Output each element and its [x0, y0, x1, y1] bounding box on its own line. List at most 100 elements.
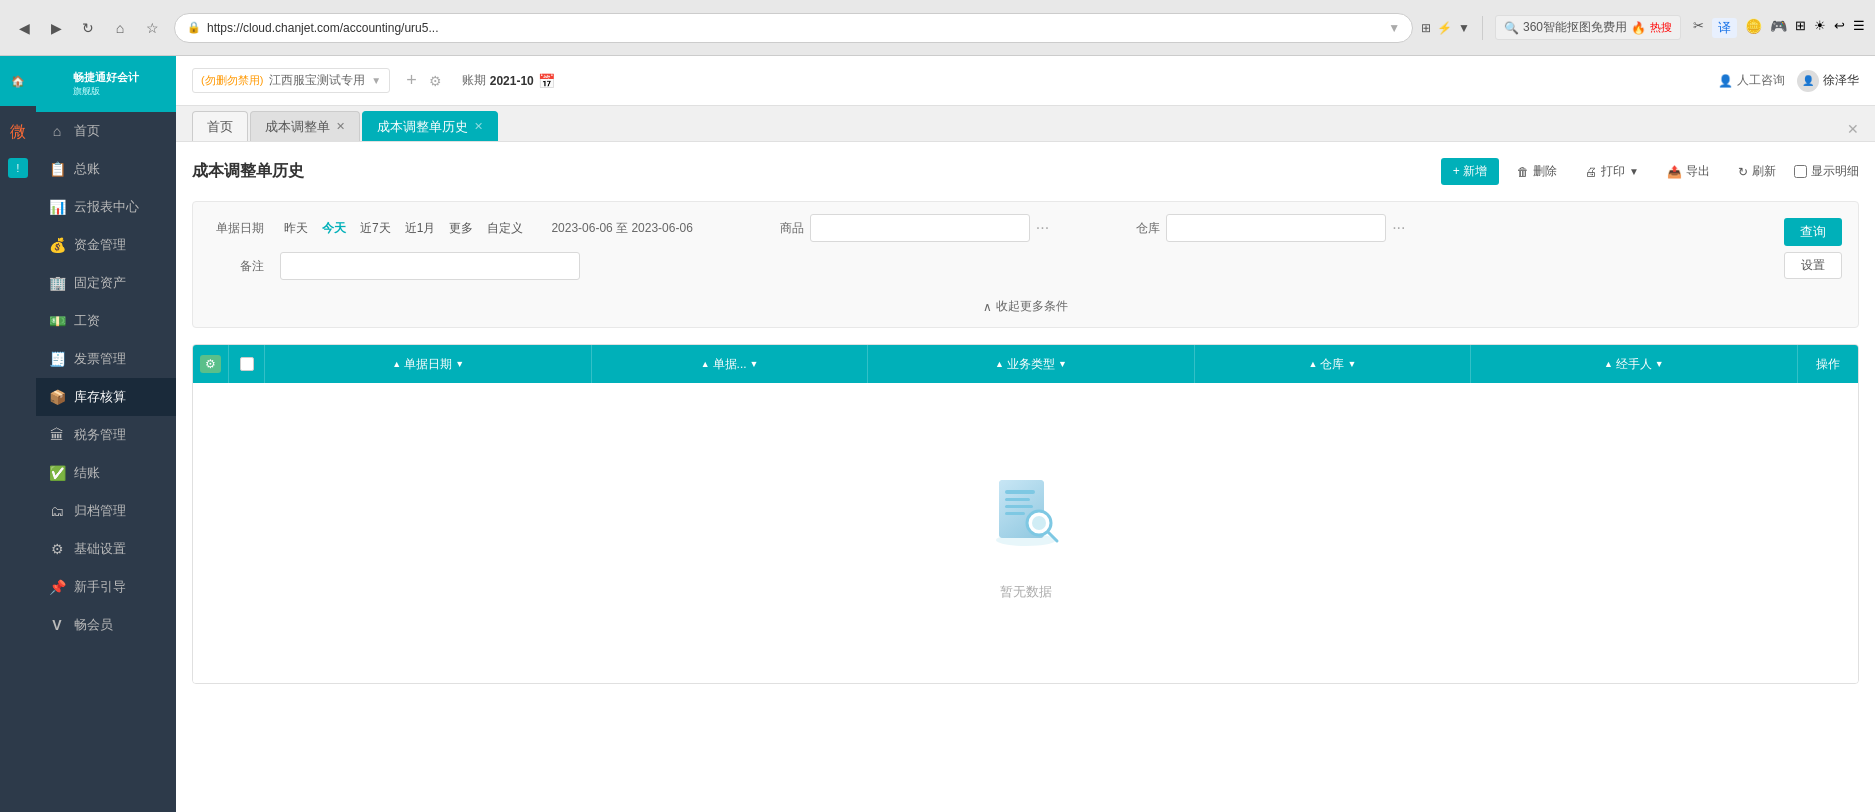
sidebar-item-inventory[interactable]: 📦 库存核算 — [36, 378, 176, 416]
sidebar-item-ledger[interactable]: 📋 总账 — [36, 150, 176, 188]
funds-icon: 💰 — [48, 237, 66, 253]
warehouse-input[interactable] — [1166, 214, 1386, 242]
search-text[interactable]: 360智能抠图免费用 — [1523, 19, 1627, 36]
forward-button[interactable]: ▶ — [42, 14, 70, 42]
refresh-button[interactable]: ↻ — [74, 14, 102, 42]
close-all-tabs-btn[interactable]: ✕ — [1847, 121, 1859, 137]
icon-bar-item-1[interactable]: 🏠 — [0, 56, 36, 106]
sidebar-item-reports[interactable]: 📊 云报表中心 — [36, 188, 176, 226]
undo-tool[interactable]: ↩ — [1834, 18, 1845, 38]
tab-home[interactable]: 首页 — [192, 111, 248, 141]
warehouse-more-btn[interactable]: ··· — [1392, 219, 1405, 237]
refresh-btn[interactable]: ↻ 刷新 — [1728, 159, 1786, 184]
shortcut-yesterday[interactable]: 昨天 — [280, 218, 312, 239]
period-value: 2021-10 — [490, 74, 534, 88]
settings-icon-top[interactable]: ⚙ — [429, 73, 442, 89]
page-area: 成本调整单历史 + 新增 🗑 删除 🖨 打印 ▼ 📤 导出 — [176, 142, 1875, 812]
print-btn[interactable]: 🖨 打印 ▼ — [1575, 159, 1649, 184]
th-number[interactable]: ▲ 单据... ▼ — [592, 345, 868, 383]
setting-button[interactable]: 设置 — [1784, 252, 1842, 279]
sidebar-item-archive[interactable]: 🗂 归档管理 — [36, 492, 176, 530]
shortcut-1month[interactable]: 近1月 — [401, 218, 440, 239]
bookmark-button[interactable]: ☆ — [138, 14, 166, 42]
company-warning-text: (勿删勿禁用) — [201, 73, 263, 88]
app-icon: 🏠 — [11, 75, 25, 88]
export-btn[interactable]: 📤 导出 — [1657, 159, 1720, 184]
sidebar-item-close[interactable]: ✅ 结账 — [36, 454, 176, 492]
th-checkbox[interactable] — [229, 345, 265, 383]
goods-more-btn[interactable]: ··· — [1036, 219, 1049, 237]
browser-lightning-icon[interactable]: ⚡ — [1437, 21, 1452, 35]
icon-bar-item-3[interactable]: ! — [0, 150, 36, 186]
game-tool[interactable]: 🎮 — [1770, 18, 1787, 38]
shortcut-custom[interactable]: 自定义 — [483, 218, 527, 239]
add-company-btn[interactable]: + — [406, 70, 417, 91]
back-button[interactable]: ◀ — [10, 14, 38, 42]
service-button[interactable]: 👤 人工咨询 — [1718, 72, 1785, 89]
display-cols-checkbox[interactable] — [1794, 165, 1807, 178]
table-header: ⚙ ▲ 单据日期 ▼ ▲ 单据... ▼ — [193, 345, 1858, 383]
sidebar-item-vip[interactable]: V 畅会员 — [36, 606, 176, 644]
tab-cost-adjustment-history[interactable]: 成本调整单历史 ✕ — [362, 111, 498, 141]
notes-input[interactable] — [280, 252, 580, 280]
settings-icon: ⚙ — [48, 541, 66, 557]
th-settings[interactable]: ⚙ — [193, 345, 229, 383]
sun-tool[interactable]: ☀ — [1814, 18, 1826, 38]
shortcut-more[interactable]: 更多 — [445, 218, 477, 239]
sidebar-item-home[interactable]: ⌂ 首页 — [36, 112, 176, 150]
shortcut-7days[interactable]: 近7天 — [356, 218, 395, 239]
th-handler[interactable]: ▲ 经手人 ▼ — [1471, 345, 1798, 383]
sidebar-item-settings[interactable]: ⚙ 基础设置 — [36, 530, 176, 568]
export-label: 导出 — [1686, 163, 1710, 180]
select-all-checkbox[interactable] — [240, 357, 254, 371]
translate-tool[interactable]: 译 — [1712, 18, 1737, 38]
sidebar-item-funds[interactable]: 💰 资金管理 — [36, 226, 176, 264]
browser-apps-icon[interactable]: ⊞ — [1421, 21, 1431, 35]
tab-history-close[interactable]: ✕ — [474, 120, 483, 133]
tab-cost-adjustment-close[interactable]: ✕ — [336, 120, 345, 133]
sidebar-item-assets[interactable]: 🏢 固定资产 — [36, 264, 176, 302]
shortcut-today[interactable]: 今天 — [318, 218, 350, 239]
sidebar-item-guide[interactable]: 📌 新手引导 — [36, 568, 176, 606]
sidebar-item-invoice[interactable]: 🧾 发票管理 — [36, 340, 176, 378]
company-selector[interactable]: (勿删勿禁用) 江西服宝测试专用 ▼ — [192, 68, 390, 93]
service-label: 人工咨询 — [1737, 72, 1785, 89]
th-type[interactable]: ▲ 业务类型 ▼ — [868, 345, 1195, 383]
coin-tool[interactable]: 🪙 — [1745, 18, 1762, 38]
address-bar[interactable]: 🔒 https://cloud.chanjet.com/accounting/u… — [174, 13, 1413, 43]
user-info[interactable]: 👤 徐泽华 — [1797, 70, 1859, 92]
empty-state: 暂无数据 — [961, 385, 1091, 681]
weibo-icon: 微 — [10, 122, 26, 143]
filter-row-2: 备注 — [209, 252, 1768, 280]
scissors-tool[interactable]: ✂ — [1693, 18, 1704, 38]
sort-down-icon: ▼ — [455, 359, 464, 369]
browser-chrome: ◀ ▶ ↻ ⌂ ☆ 🔒 https://cloud.chanjet.com/ac… — [0, 0, 1875, 56]
goods-filter-label: 商品 — [749, 220, 804, 237]
query-button[interactable]: 查询 — [1784, 218, 1842, 246]
table-body: 暂无数据 — [193, 383, 1858, 683]
goods-input[interactable] — [810, 214, 1030, 242]
icon-bar-item-2[interactable]: 微 — [0, 114, 36, 150]
calendar-icon[interactable]: 📅 — [538, 73, 555, 89]
tab-cost-adjustment[interactable]: 成本调整单 ✕ — [250, 111, 360, 141]
sidebar-item-tax[interactable]: 🏛 税务管理 — [36, 416, 176, 454]
grid-tool[interactable]: ⊞ — [1795, 18, 1806, 38]
browser-dropdown-icon[interactable]: ▼ — [1458, 21, 1470, 35]
th-date[interactable]: ▲ 单据日期 ▼ — [265, 345, 592, 383]
th-warehouse[interactable]: ▲ 仓库 ▼ — [1195, 345, 1471, 383]
delete-btn[interactable]: 🗑 删除 — [1507, 159, 1567, 184]
th-actions-label: 操作 — [1816, 356, 1840, 373]
svg-rect-5 — [1005, 505, 1033, 508]
home-icon: ⌂ — [48, 123, 66, 139]
display-cols-checkbox-label[interactable]: 显示明细 — [1794, 163, 1859, 180]
collapse-btn[interactable]: ∧ 收起更多条件 — [983, 298, 1068, 315]
tab-bar: 首页 成本调整单 ✕ 成本调整单历史 ✕ ✕ — [176, 106, 1875, 142]
sidebar-item-payroll[interactable]: 💵 工资 — [36, 302, 176, 340]
home-button[interactable]: ⌂ — [106, 14, 134, 42]
menu-tool[interactable]: ☰ — [1853, 18, 1865, 38]
date-filter-label: 单据日期 — [209, 220, 264, 237]
new-btn[interactable]: + 新增 — [1441, 158, 1499, 185]
close-accounts-icon: ✅ — [48, 465, 66, 481]
page-header: 成本调整单历史 + 新增 🗑 删除 🖨 打印 ▼ 📤 导出 — [192, 158, 1859, 185]
table-area: ⚙ ▲ 单据日期 ▼ ▲ 单据... ▼ — [192, 344, 1859, 684]
